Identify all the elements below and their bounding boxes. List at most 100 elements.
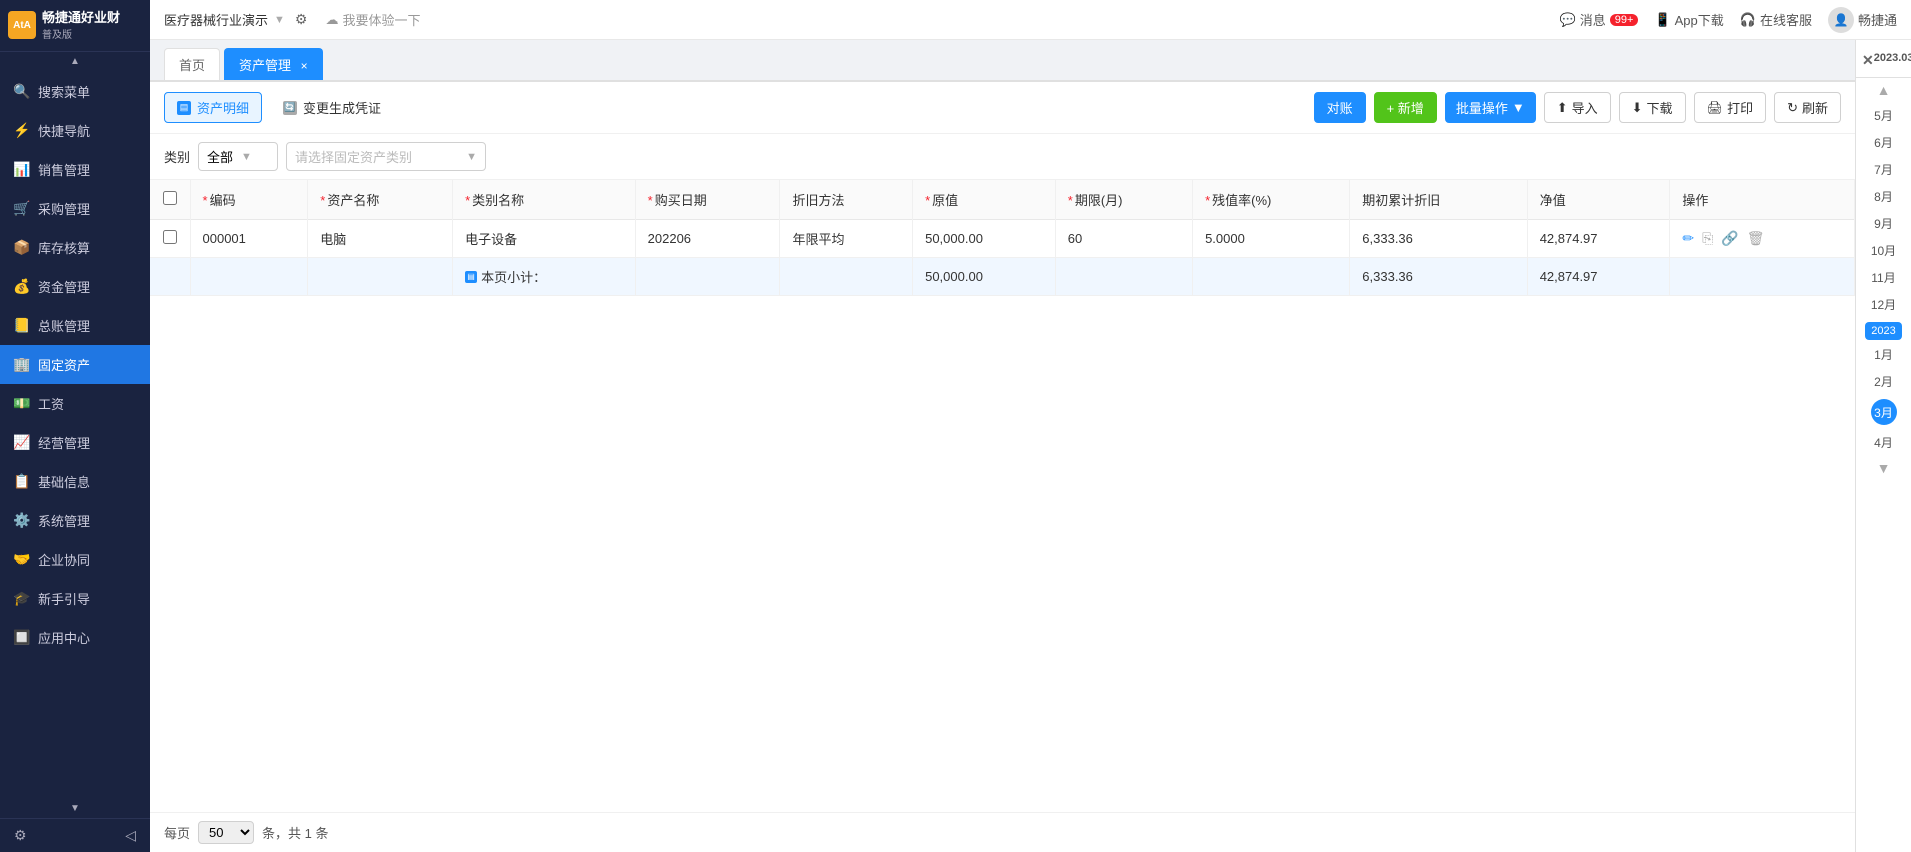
month-10[interactable]: 10月 [1856,237,1911,264]
month-4[interactable]: 4月 [1856,429,1911,456]
sidebar-logo: AtA 畅捷通好业财 普及版 [0,0,150,52]
fixed-assets-icon: 🏢 [14,356,30,372]
subtotal-accumulated-depreciation: 6,333.36 [1350,258,1527,296]
sidebar-item-app-center[interactable]: 🔲 应用中心 [0,618,150,657]
sidebar-item-enterprise[interactable]: 🤝 企业协同 [0,540,150,579]
col-net-value: 净值 [1527,180,1670,220]
purchase-icon: 🛒 [14,200,30,216]
demo-banner[interactable]: ☁ 我要体验一下 [325,10,420,29]
filter-row: 类别 全部 ▼ 请选择固定资产类别 ▼ [150,134,1855,180]
month-8[interactable]: 8月 [1856,183,1911,210]
month-6[interactable]: 6月 [1856,129,1911,156]
customer-service-button[interactable]: 🎧 在线客服 [1740,10,1812,29]
cloud-icon: ☁ [325,12,338,28]
sidebar-item-label: 采购管理 [38,199,90,218]
sidebar-item-label: 新手引导 [38,589,90,608]
reconcile-button[interactable]: 对账 [1314,92,1366,123]
sidebar-scroll-down[interactable]: ▼ [0,798,150,818]
month-5[interactable]: 5月 [1856,102,1911,129]
action-icons: ✏ ⎘ 🔗 🗑 [1682,230,1842,247]
month-11[interactable]: 11月 [1856,264,1911,291]
new-button[interactable]: + 新增 [1374,92,1437,123]
sidebar-item-quick-nav[interactable]: ⚡ 快捷导航 [0,111,150,150]
app-download-button[interactable]: 📱 App下载 [1654,10,1723,29]
month-2[interactable]: 2月 [1856,368,1911,395]
tab-close-icon[interactable]: × [301,59,308,73]
sidebar-item-base-info[interactable]: 📋 基础信息 [0,462,150,501]
col-accumulated-depreciation: 期初累计折旧 [1350,180,1527,220]
sidebar-scroll-up[interactable]: ▲ [0,52,150,72]
panel-close-button[interactable]: ✕ [1862,52,1874,69]
sidebar-item-guide[interactable]: 🎓 新手引导 [0,579,150,618]
copy-icon[interactable]: ⎘ [1702,230,1713,247]
company-selector[interactable]: 医疗器械行业演示 ▼ [164,10,285,29]
tab-home[interactable]: 首页 [164,48,220,80]
app-download-label: App下载 [1675,10,1724,29]
print-button[interactable]: 🖨 打印 [1694,92,1767,123]
panel-down-arrow[interactable]: ▼ [1877,456,1891,480]
sidebar-item-ledger[interactable]: 📒 总账管理 [0,306,150,345]
subtotal-empty-5 [780,258,913,296]
col-checkbox [150,180,190,220]
sales-icon: 📊 [14,161,30,177]
year-2023-label[interactable]: 2023 [1865,322,1901,340]
sidebar-item-operations[interactable]: 📈 经营管理 [0,423,150,462]
select-all-checkbox[interactable] [163,191,177,205]
sub-tab-asset-detail[interactable]: ▤ 资产明细 [164,92,262,123]
batch-ops-button[interactable]: 批量操作 ▼ [1445,92,1536,123]
sidebar: AtA 畅捷通好业财 普及版 ▲ 🔍 搜索菜单 ⚡ 快捷导航 📊 销售管理 🛒 … [0,0,150,852]
sidebar-item-label: 快捷导航 [38,121,90,140]
tab-asset-mgmt[interactable]: 资产管理 × [224,48,323,80]
category-search-input[interactable]: 请选择固定资产类别 ▼ [286,142,486,171]
sidebar-item-label: 应用中心 [38,628,90,647]
sidebar-item-system[interactable]: ⚙️ 系统管理 [0,501,150,540]
month-7[interactable]: 7月 [1856,156,1911,183]
category-type-select[interactable]: 全部 ▼ [198,142,278,171]
gear-icon[interactable]: ⚙ [295,11,308,28]
month-9[interactable]: 9月 [1856,210,1911,237]
month-3-current[interactable]: 3月 [1871,399,1897,425]
subtotal-icon: ▤ [465,271,477,283]
sidebar-item-sales[interactable]: 📊 销售管理 [0,150,150,189]
home-tab-label: 首页 [179,58,205,73]
sidebar-item-search[interactable]: 🔍 搜索菜单 [0,72,150,111]
user-label: 畅捷通 [1858,10,1897,29]
row-period: 60 [1055,220,1192,258]
settings-icon[interactable]: ⚙ [14,827,27,844]
month-1[interactable]: 1月 [1856,341,1911,368]
sidebar-item-label: 搜索菜单 [38,82,90,101]
payroll-icon: 💵 [14,395,30,411]
sidebar-item-label: 销售管理 [38,160,90,179]
sidebar-item-label: 固定资产 [38,355,90,374]
sidebar-item-finance[interactable]: 💰 资金管理 [0,267,150,306]
col-depreciation-method: 折旧方法 [780,180,913,220]
edit-icon[interactable]: ✏ [1682,230,1694,247]
refresh-button[interactable]: ↻ 刷新 [1774,92,1841,123]
per-page-select[interactable]: 50 20 100 200 [198,821,254,844]
sidebar-item-fixed-assets[interactable]: 🏢 固定资产 [0,345,150,384]
sidebar-item-payroll[interactable]: 💵 工资 [0,384,150,423]
delete-icon[interactable]: 🗑 [1747,230,1765,247]
row-checkbox[interactable] [163,230,177,244]
collapse-icon[interactable]: ◁ [125,827,136,844]
import-button[interactable]: ⬆ 导入 [1544,92,1611,123]
sidebar-item-inventory[interactable]: 📦 库存核算 [0,228,150,267]
page-area: 首页 资产管理 × ▤ 资产明细 🔄 变更生成凭证 [150,40,1855,852]
panel-up-arrow[interactable]: ▲ [1877,78,1891,102]
messages-label: 消息 [1580,10,1606,29]
col-action: 操作 [1670,180,1855,220]
panel-year-label: 2023.03 [1874,52,1911,69]
sidebar-item-label: 库存核算 [38,238,90,257]
sidebar-item-purchase[interactable]: 🛒 采购管理 [0,189,150,228]
link-icon[interactable]: 🔗 [1721,230,1738,247]
row-residual-rate: 5.0000 [1193,220,1350,258]
sub-tab-depreciation-voucher[interactable]: 🔄 变更生成凭证 [270,92,394,123]
col-original-value: *原值 [913,180,1056,220]
user-menu[interactable]: 👤 畅捷通 [1828,7,1897,33]
month-12[interactable]: 12月 [1856,291,1911,318]
download-button[interactable]: ⬇ 下载 [1619,92,1686,123]
download-icon: 📱 [1654,12,1670,28]
reconcile-label: 对账 [1327,98,1353,117]
messages-button[interactable]: 💬 消息 99+ [1560,10,1639,29]
col-name: *资产名称 [308,180,453,220]
